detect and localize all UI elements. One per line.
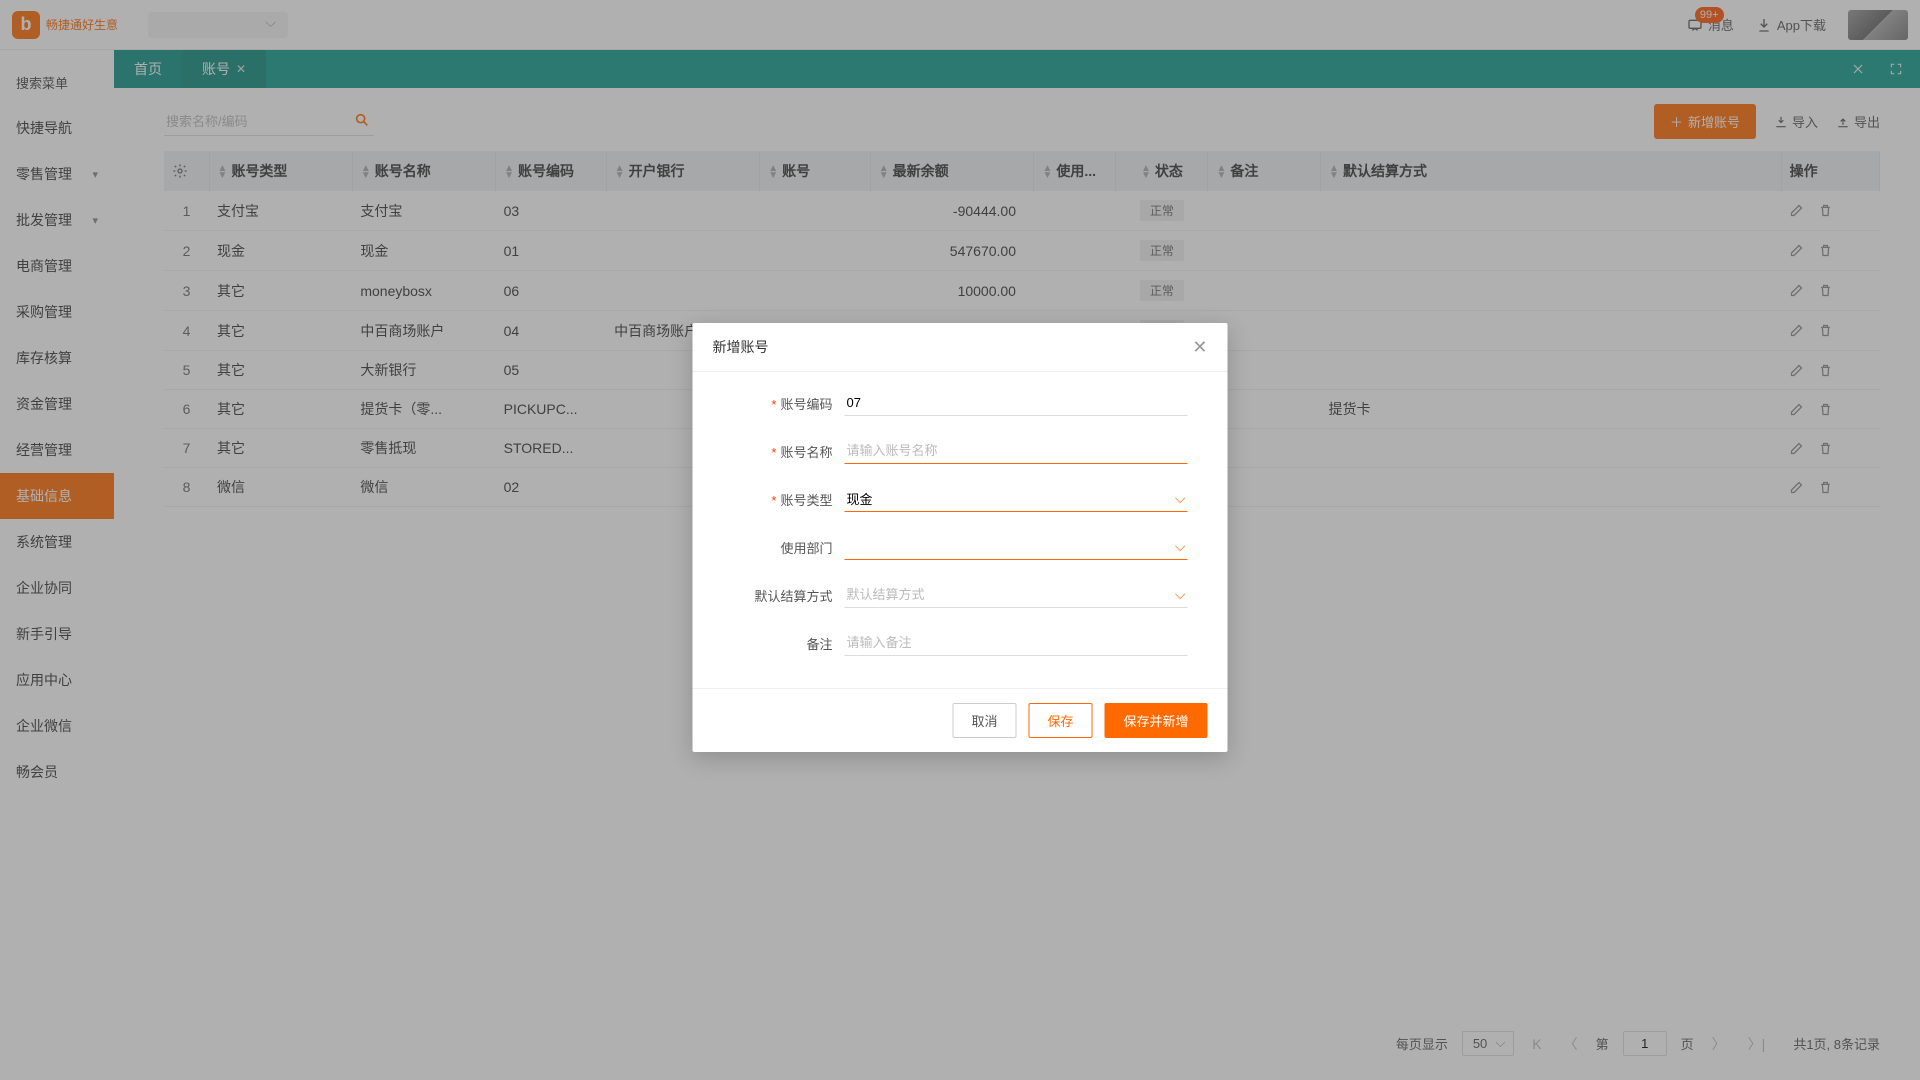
field-name-input[interactable] [845,438,1188,464]
add-account-modal: 新增账号 ✕ *账号编码 *账号名称 *账号类型 ⌵ 使用部门 ⌵ 默认结算方式… [693,323,1228,752]
save-and-new-button[interactable]: 保存并新增 [1104,703,1207,738]
modal-header: 新增账号 ✕ [693,323,1228,372]
field-name-label: 账号名称 [780,445,832,460]
field-code-input[interactable] [845,390,1188,416]
field-memo-label: 备注 [806,637,832,652]
field-type-select[interactable] [845,486,1188,512]
field-type-label: 账号类型 [780,493,832,508]
modal-title: 新增账号 [713,337,769,357]
field-code-label: 账号编码 [780,397,832,412]
save-button[interactable]: 保存 [1028,703,1092,738]
field-method-label: 默认结算方式 [754,589,832,604]
field-memo-input[interactable] [845,630,1188,656]
field-method-select[interactable] [845,582,1188,608]
modal-close-button[interactable]: ✕ [1192,338,1207,356]
field-dept-label: 使用部门 [780,541,832,556]
cancel-button[interactable]: 取消 [952,703,1016,738]
field-dept-select[interactable] [845,534,1188,560]
